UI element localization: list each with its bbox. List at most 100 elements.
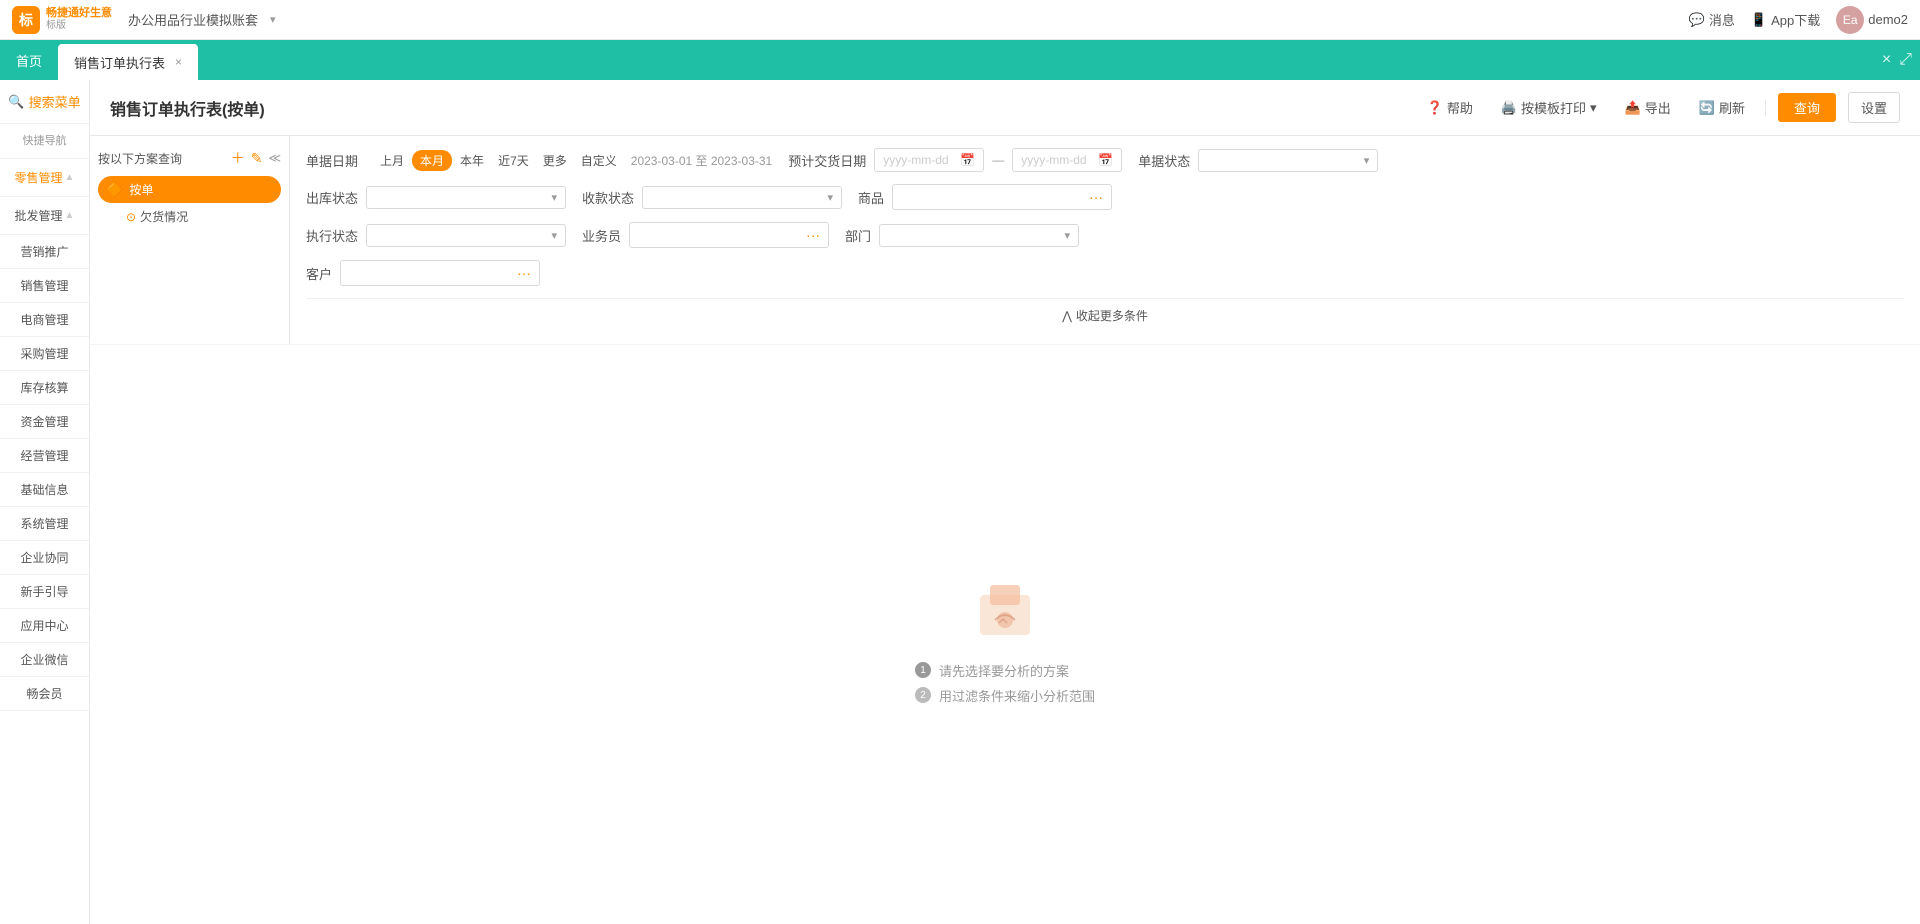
sidebar-item-apps[interactable]: 应用中心 — [0, 609, 89, 642]
sidebar-item-marketing[interactable]: 营销推广 — [0, 235, 89, 268]
doc-status-arrow-icon: ▾ — [1364, 154, 1370, 167]
date-tab-more[interactable]: 更多 — [537, 150, 573, 171]
sidebar-section-marketing: 营销推广 — [0, 235, 89, 269]
date-tab-custom[interactable]: 自定义 — [575, 150, 623, 171]
add-scheme-icon[interactable]: ＋ — [231, 148, 245, 168]
collection-status-select[interactable]: ▾ — [642, 186, 842, 209]
close-window-btn[interactable]: × — [1882, 51, 1891, 69]
filter-item-out-status: 出库状态 ▾ — [306, 186, 566, 209]
header-divider — [1765, 100, 1766, 116]
filter-item-dept: 部门 ▾ — [845, 224, 1079, 247]
sidebar-section-sales: 销售管理 — [0, 269, 89, 303]
date-tab-last-month[interactable]: 上月 — [374, 150, 410, 171]
sidebar-section-purchase: 采购管理 — [0, 337, 89, 371]
sidebar-item-basic[interactable]: 基础信息 — [0, 473, 89, 506]
page-header-actions: ❓ 帮助 🖨️ 按模板打印 ▾ 📤 导出 🔄 刷新 — [1419, 92, 1900, 123]
refresh-icon: 🔄 — [1699, 100, 1715, 116]
print-btn[interactable]: 🖨️ 按模板打印 ▾ — [1493, 94, 1605, 121]
retail-arrow-icon: ▲ — [65, 172, 75, 183]
sidebar-item-wholesale[interactable]: 批发管理 ▲ — [0, 197, 89, 234]
scheme-item-order[interactable]: 🔶 按单 — [98, 176, 281, 203]
tab-home[interactable]: 首页 — [0, 40, 58, 80]
export-icon: 📤 — [1625, 100, 1641, 116]
sidebar-item-purchase[interactable]: 采购管理 — [0, 337, 89, 370]
page-title: 销售订单执行表(按单) — [110, 96, 265, 120]
sidebar-item-retail[interactable]: 零售管理 ▲ — [0, 159, 89, 196]
logo-text: 畅捷通好生意 标版 — [46, 7, 112, 32]
sidebar-section-inventory: 库存核算 — [0, 371, 89, 405]
empty-state: 1 请先选择要分析的方案 2 用过滤条件来缩小分析范围 — [90, 345, 1920, 924]
doc-status-select[interactable]: ▾ — [1198, 149, 1378, 172]
app-name: 办公用品行业模拟账套 — [128, 10, 258, 29]
goods-input[interactable]: ··· — [892, 184, 1112, 210]
refresh-btn[interactable]: 🔄 刷新 — [1691, 94, 1753, 121]
empty-tip-2: 2 用过滤条件来缩小分析范围 — [915, 686, 1095, 705]
calendar-icon-2: 📅 — [1098, 153, 1113, 167]
filter-row-3: 执行状态 ▾ 业务员 ··· — [306, 222, 1904, 248]
out-status-select[interactable]: ▾ — [366, 186, 566, 209]
exec-status-arrow-icon: ▾ — [551, 229, 557, 242]
tab-close-icon[interactable]: × — [175, 55, 182, 69]
salesperson-input[interactable]: ··· — [629, 222, 829, 248]
sidebar-quick-nav: 快捷导航 — [0, 124, 89, 159]
filter-item-collection-status: 收款状态 ▾ — [582, 186, 842, 209]
date-tab-7days[interactable]: 近7天 — [492, 150, 535, 171]
exec-status-select[interactable]: ▾ — [366, 224, 566, 247]
collapse-left-icon[interactable]: ≪ — [268, 151, 281, 165]
out-status-arrow-icon: ▾ — [551, 191, 557, 204]
salesperson-more-icon[interactable]: ··· — [806, 227, 820, 243]
sidebar-item-sales[interactable]: 销售管理 — [0, 269, 89, 302]
sub-item-debt[interactable]: ⊙ 欠货情况 — [98, 203, 281, 230]
sidebar-item-operation[interactable]: 经营管理 — [0, 439, 89, 472]
filter-left-header: 按以下方案查询 ＋ ✎ ≪ — [98, 148, 281, 168]
empty-illustration — [965, 565, 1045, 645]
sidebar-item-inventory[interactable]: 库存核算 — [0, 371, 89, 404]
edit-scheme-icon[interactable]: ✎ — [251, 150, 263, 167]
top-bar: 标 畅捷通好生意 标版 办公用品行业模拟账套 ▾ 💬 消息 📱 App下载 Ea… — [0, 0, 1920, 40]
sidebar-item-vip[interactable]: 畅会员 — [0, 677, 89, 710]
filter-panel-inner: 按以下方案查询 ＋ ✎ ≪ 🔶 按单 ⊙ 欠货情况 — [90, 136, 1920, 344]
sidebar-item-system[interactable]: 系统管理 — [0, 507, 89, 540]
search-menu-btn[interactable]: 🔍 搜索菜单 — [6, 88, 83, 115]
date-to-input[interactable]: yyyy-mm-dd 📅 — [1012, 148, 1122, 172]
filter-row-2: 出库状态 ▾ 收款状态 ▾ — [306, 184, 1904, 210]
sidebar-section-vip: 畅会员 — [0, 677, 89, 711]
date-from-input[interactable]: yyyy-mm-dd 📅 — [874, 148, 984, 172]
app-dropdown-icon[interactable]: ▾ — [270, 13, 276, 26]
message-btn[interactable]: 💬 消息 — [1689, 10, 1735, 29]
tip-num-1: 1 — [915, 662, 931, 678]
help-btn[interactable]: ❓ 帮助 — [1419, 94, 1481, 121]
sidebar-item-wechat[interactable]: 企业微信 — [0, 643, 89, 676]
app-download-btn[interactable]: 📱 App下载 — [1751, 10, 1820, 29]
sidebar-item-newbie[interactable]: 新手引导 — [0, 575, 89, 608]
customer-input[interactable]: ··· — [340, 260, 540, 286]
goods-more-icon[interactable]: ··· — [1089, 189, 1103, 205]
print-dropdown-icon: ▾ — [1590, 100, 1597, 116]
date-tabs: 上月 本月 本年 近7天 更多 自定义 — [374, 150, 623, 171]
customer-more-icon[interactable]: ··· — [517, 265, 531, 281]
dept-select[interactable]: ▾ — [879, 224, 1079, 247]
sub-item-debt-icon: ⊙ — [126, 210, 136, 224]
sidebar-section-newbie: 新手引导 — [0, 575, 89, 609]
sidebar-item-finance[interactable]: 资金管理 — [0, 405, 89, 438]
export-btn[interactable]: 📤 导出 — [1617, 94, 1679, 121]
collapse-more-btn[interactable]: ⋀ 收起更多条件 — [1062, 307, 1148, 324]
maximize-btn[interactable]: ⤢ — [1899, 51, 1912, 69]
sidebar-item-ecommerce[interactable]: 电商管理 — [0, 303, 89, 336]
sidebar-section-basic: 基础信息 — [0, 473, 89, 507]
filter-item-goods: 商品 ··· — [858, 184, 1112, 210]
sidebar-section-apps: 应用中心 — [0, 609, 89, 643]
date-tab-this-month[interactable]: 本月 — [412, 150, 452, 171]
collection-status-arrow-icon: ▾ — [828, 191, 834, 204]
settings-btn[interactable]: 设置 — [1848, 92, 1900, 123]
collapse-more-row: ⋀ 收起更多条件 — [306, 298, 1904, 332]
date-tab-this-year[interactable]: 本年 — [454, 150, 490, 171]
tab-bar-actions: × ⤢ — [1882, 51, 1912, 69]
tab-sales-order[interactable]: 销售订单执行表 × — [58, 44, 198, 80]
filter-row-customer: 客户 ··· — [306, 260, 1904, 286]
filter-item-date: 单据日期 上月 本月 本年 近7天 更多 自定义 2023-03-01 至 20… — [306, 150, 772, 171]
user-avatar-area[interactable]: Ea demo2 — [1836, 6, 1908, 34]
sidebar-item-collab[interactable]: 企业协同 — [0, 541, 89, 574]
query-btn[interactable]: 查询 — [1778, 93, 1836, 122]
filter-item-salesperson: 业务员 ··· — [582, 222, 829, 248]
